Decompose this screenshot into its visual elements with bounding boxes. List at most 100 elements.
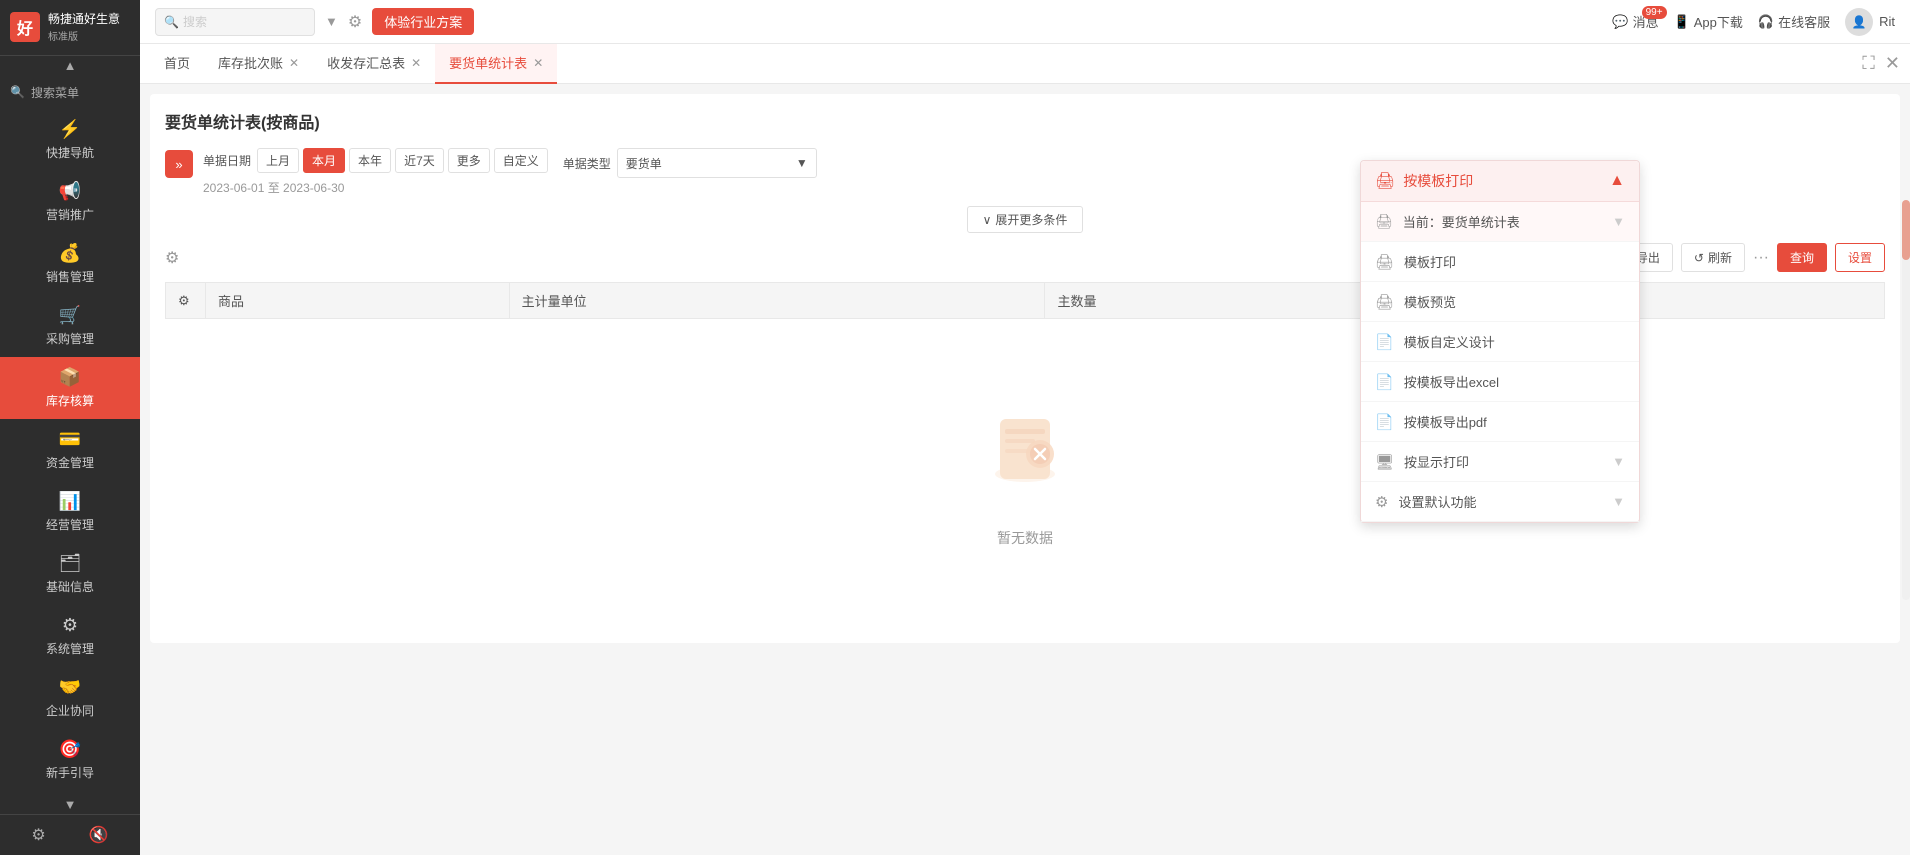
tab-receipt-summary-close[interactable]: ✕ [411, 56, 421, 70]
date-btn-this-month[interactable]: 本月 [303, 148, 345, 173]
dropdown-item-template-preview[interactable]: 🖨 模板预览 [1361, 282, 1639, 322]
scrollbar-thumb[interactable] [1902, 200, 1910, 260]
user-profile[interactable]: 👤 Rit [1845, 8, 1895, 36]
col-product: 商品 [206, 283, 510, 319]
dropdown-item-set-default[interactable]: ⚙ 设置默认功能 ▼ [1361, 482, 1639, 522]
expand-more-label: 展开更多条件 [995, 211, 1067, 228]
filter-expand-button[interactable]: » [165, 150, 193, 178]
app-name: 畅捷通好生意 [48, 12, 120, 28]
guide-icon: 🎯 [59, 739, 81, 760]
sidebar-item-label: 快捷导航 [46, 144, 94, 161]
template-print-icon: 🖨 [1375, 253, 1394, 271]
display-print-label: 按显示打印 [1404, 452, 1469, 471]
expand-more-button[interactable]: ∨ 展开更多条件 [967, 206, 1084, 233]
dropdown-item-template-excel[interactable]: 📄 按模板导出excel [1361, 362, 1639, 402]
dropdown-current-template[interactable]: 🖨 当前：要货单统计表 ▼ [1361, 202, 1639, 242]
sidebar-item-label: 销售管理 [46, 268, 94, 285]
dropdown-print-icon: 🖨 [1375, 171, 1395, 191]
sidebar-item-label: 系统管理 [46, 640, 94, 657]
app-download-icon: 📱 [1674, 14, 1690, 30]
type-filter-arrow: ▼ [796, 156, 808, 170]
sidebar-item-sales[interactable]: 💰 销售管理 [0, 233, 140, 295]
sidebar: 好 畅捷通好生意 标准版 ▲ 🔍 搜索菜单 ⚡ 快捷导航 📢 营销推广 💰 销售… [0, 0, 140, 855]
type-filter-select[interactable]: 要货单 ▼ [617, 148, 817, 178]
template-pdf-icon: 📄 [1375, 413, 1394, 431]
tab-receipt-summary[interactable]: 收发存汇总表 ✕ [313, 44, 435, 84]
sidebar-scroll-up[interactable]: ▲ [0, 56, 140, 76]
tab-batch-account-label: 库存批次账 [218, 53, 283, 72]
sidebar-item-label: 新手引导 [46, 764, 94, 781]
date-btn-more[interactable]: 更多 [448, 148, 490, 173]
topbar-gear-icon[interactable]: ⚙ [348, 12, 362, 32]
settings-col-icon: ⚙ [178, 293, 190, 308]
sidebar-item-system[interactable]: ⚙ 系统管理 [0, 605, 140, 667]
sidebar-item-label: 库存核算 [46, 392, 94, 409]
template-print-label: 模板打印 [1404, 252, 1456, 271]
sidebar-item-operation[interactable]: 📊 经营管理 [0, 481, 140, 543]
more-options-icon[interactable]: ··· [1753, 249, 1769, 267]
sidebar-item-finance[interactable]: 💳 资金管理 [0, 419, 140, 481]
sidebar-item-quick-nav[interactable]: ⚡ 快捷导航 [0, 109, 140, 171]
current-template-icon: 🖨 [1375, 213, 1393, 230]
tab-close-all-icon[interactable]: ✕ [1885, 53, 1900, 74]
date-btn-this-year[interactable]: 本年 [349, 148, 391, 173]
col-unit: 主计量单位 [509, 283, 1045, 319]
tab-order-stats[interactable]: 要货单统计表 ✕ [435, 44, 557, 84]
sidebar-item-collab[interactable]: 🤝 企业协同 [0, 667, 140, 729]
sidebar-item-basic[interactable]: 🗂 基础信息 [0, 543, 140, 605]
audio-footer-icon[interactable]: 🔇 [89, 825, 109, 845]
tab-home[interactable]: 首页 [150, 44, 204, 84]
tab-receipt-summary-label: 收发存汇总表 [327, 53, 405, 72]
dropdown-item-display-print[interactable]: 🖥 按显示打印 ▼ [1361, 442, 1639, 482]
tab-order-stats-close[interactable]: ✕ [533, 56, 543, 70]
user-avatar: 👤 [1845, 8, 1873, 36]
table-settings-icon[interactable]: ⚙ [165, 248, 179, 268]
service-label: 在线客服 [1778, 12, 1830, 31]
operation-icon: 📊 [59, 491, 81, 512]
tab-batch-account-close[interactable]: ✕ [289, 56, 299, 70]
template-pdf-label: 按模板导出pdf [1404, 412, 1487, 431]
main-area: 🔍 搜索 ▼ ⚙ 体验行业方案 💬 消息 99+ 📱 App下载 🎧 在线客服 … [140, 0, 1910, 855]
template-custom-icon: 📄 [1375, 333, 1394, 351]
dropdown-header: 🖨 按模板打印 ▲ [1361, 161, 1639, 202]
setup-button[interactable]: 设置 [1835, 243, 1885, 272]
app-version: 标准版 [48, 28, 120, 43]
tab-batch-account[interactable]: 库存批次账 ✕ [204, 44, 313, 84]
sidebar-scroll-down[interactable]: ▼ [0, 794, 140, 814]
sidebar-search[interactable]: 🔍 搜索菜单 [0, 76, 140, 109]
sidebar-item-guide[interactable]: 🎯 新手引导 [0, 729, 140, 791]
display-print-icon: 🖥 [1375, 453, 1394, 471]
dropdown-collapse-icon[interactable]: ▲ [1609, 172, 1625, 190]
tab-home-label: 首页 [164, 53, 190, 72]
sidebar-item-purchase[interactable]: 🛒 采购管理 [0, 295, 140, 357]
topbar-right: 💬 消息 99+ 📱 App下载 🎧 在线客服 👤 Rit [1612, 8, 1895, 36]
online-service-button[interactable]: 🎧 在线客服 [1758, 12, 1830, 31]
dropdown-item-template-custom[interactable]: 📄 模板自定义设计 [1361, 322, 1639, 362]
toolbar-left: ⚙ [165, 248, 179, 268]
dropdown-item-template-pdf[interactable]: 📄 按模板导出pdf [1361, 402, 1639, 442]
col-settings[interactable]: ⚙ [166, 283, 206, 319]
collab-icon: 🤝 [59, 677, 81, 698]
message-button[interactable]: 💬 消息 99+ [1612, 12, 1658, 31]
trial-button[interactable]: 体验行业方案 [372, 8, 474, 35]
query-button[interactable]: 查询 [1777, 243, 1827, 272]
dropdown-item-template-print[interactable]: 🖨 模板打印 [1361, 242, 1639, 282]
date-btn-7days[interactable]: 近7天 [395, 148, 444, 173]
date-btn-custom[interactable]: 自定义 [494, 148, 548, 173]
topbar-dropdown-arrow[interactable]: ▼ [325, 14, 338, 29]
refresh-button[interactable]: ↺ 刷新 [1681, 243, 1745, 272]
topbar-search[interactable]: 🔍 搜索 [155, 8, 315, 36]
tab-expand-icon[interactable]: ⛶ [1862, 53, 1875, 74]
app-download-button[interactable]: 📱 App下载 [1674, 12, 1743, 31]
settings-footer-icon[interactable]: ⚙ [31, 825, 45, 845]
sidebar-item-inventory[interactable]: 📦 库存核算 [0, 357, 140, 419]
sidebar-item-label: 营销推广 [46, 206, 94, 223]
sidebar-item-label: 资金管理 [46, 454, 94, 471]
date-btn-last-month[interactable]: 上月 [257, 148, 299, 173]
refresh-label: 刷新 [1708, 249, 1732, 266]
empty-illustration [975, 399, 1075, 518]
sidebar-item-marketing[interactable]: 📢 营销推广 [0, 171, 140, 233]
template-excel-label: 按模板导出excel [1404, 372, 1499, 391]
scrollbar-track [1902, 200, 1910, 600]
tab-order-stats-label: 要货单统计表 [449, 53, 527, 72]
